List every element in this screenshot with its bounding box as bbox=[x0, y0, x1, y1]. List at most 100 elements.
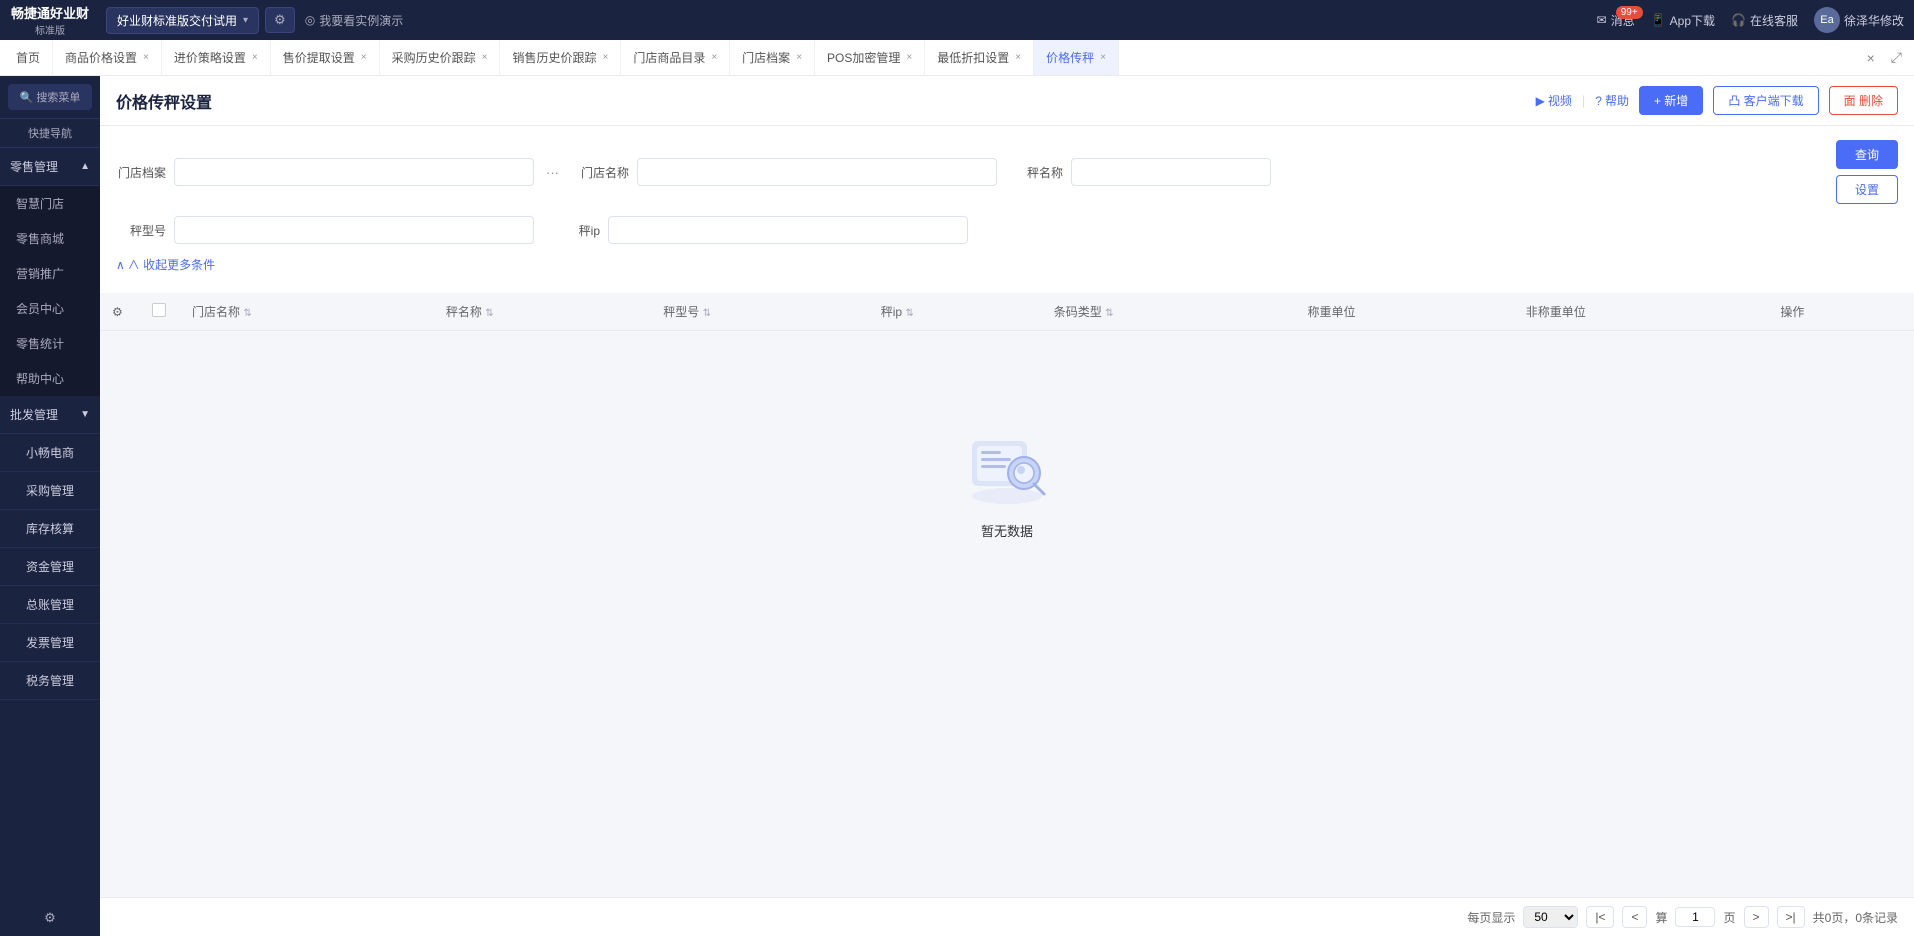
logo: 畅捷通好业财 标准版 bbox=[10, 3, 90, 37]
online-service-button[interactable]: 🎧 在线客服 bbox=[1731, 12, 1798, 29]
content-area: 价格传秤设置 ▶ 视频 | ? 帮助 + 新增 凸 客户端下载 面 bbox=[100, 76, 1914, 936]
page-header: 价格传秤设置 ▶ 视频 | ? 帮助 + 新增 凸 客户端下载 面 bbox=[100, 76, 1914, 126]
sidebar-settings-button[interactable]: ⚙ bbox=[0, 900, 100, 936]
download-button[interactable]: 凸 客户端下载 bbox=[1713, 86, 1818, 115]
sidebar-item-retail[interactable]: 零售管理 ▲ bbox=[0, 148, 100, 186]
settings-button[interactable]: ⚙ bbox=[265, 7, 295, 33]
next-page-button[interactable]: > bbox=[1744, 906, 1769, 928]
add-button[interactable]: + 新增 bbox=[1639, 86, 1703, 115]
tab-purchase-history[interactable]: 采购历史价跟踪 × bbox=[380, 40, 501, 76]
sidebar-item-tax[interactable]: 税务管理 bbox=[0, 662, 100, 700]
total-info: 共0页，0条记录 bbox=[1813, 909, 1898, 926]
th-barcode-type-label: 条码类型 bbox=[1054, 305, 1102, 319]
th-settings[interactable]: ⚙ bbox=[100, 293, 140, 331]
tab-price-scale-close[interactable]: × bbox=[1100, 52, 1106, 63]
tab-sale-price[interactable]: 售价提取设置 × bbox=[271, 40, 380, 76]
table-wrapper: ⚙ 门店名称 ⇅ 秤名称 ⇅ 秤型号 ⇅ bbox=[100, 293, 1914, 897]
app-download-button[interactable]: 📱 App下载 bbox=[1651, 12, 1715, 29]
tab-min-discount[interactable]: 最低折扣设置 × bbox=[925, 40, 1034, 76]
tab-sale-price-close[interactable]: × bbox=[361, 52, 367, 63]
scale-model-input[interactable] bbox=[174, 216, 534, 244]
quick-nav-button[interactable]: 快捷导航 bbox=[0, 119, 100, 148]
user-menu[interactable]: Ea 徐泽华修改 bbox=[1814, 7, 1904, 33]
settings-query-button[interactable]: 设置 bbox=[1836, 175, 1898, 204]
tab-pos-management-close[interactable]: × bbox=[906, 52, 912, 63]
sidebar-search: 🔍 搜索菜单 bbox=[0, 76, 100, 119]
th-scale-model[interactable]: 秤型号 ⇅ bbox=[651, 293, 868, 331]
page-input[interactable] bbox=[1675, 907, 1715, 927]
tab-purchase-strategy[interactable]: 进价策略设置 × bbox=[162, 40, 271, 76]
demo-label: 我要看实例演示 bbox=[319, 12, 403, 29]
tab-purchase-history-close[interactable]: × bbox=[482, 52, 488, 63]
tab-bar-controls: × ⤢ bbox=[1859, 45, 1910, 70]
version-selector[interactable]: 好业财标准版交付试用 ▾ bbox=[106, 7, 259, 34]
tab-pos-management[interactable]: POS加密管理 × bbox=[815, 40, 925, 76]
demo-button[interactable]: ◎ 我要看实例演示 bbox=[295, 8, 414, 33]
last-page-button[interactable]: >| bbox=[1777, 906, 1805, 928]
sidebar-item-general-ledger[interactable]: 总账管理 bbox=[0, 586, 100, 624]
tab-min-discount-close[interactable]: × bbox=[1015, 52, 1021, 63]
prev-page-button[interactable]: < bbox=[1622, 906, 1647, 928]
first-page-button[interactable]: |< bbox=[1586, 906, 1614, 928]
store-name-input[interactable] bbox=[637, 158, 997, 186]
query-button[interactable]: 查询 bbox=[1836, 140, 1898, 169]
tab-store-profile[interactable]: 门店档案 × bbox=[730, 40, 815, 76]
sidebar-item-invoice[interactable]: 发票管理 bbox=[0, 624, 100, 662]
sidebar-item-retail-mall[interactable]: 零售商城 bbox=[0, 221, 100, 256]
tab-price-settings[interactable]: 商品价格设置 × bbox=[53, 40, 162, 76]
maximize-tab-button[interactable]: ⤢ bbox=[1883, 45, 1910, 70]
scale-ip-input[interactable] bbox=[608, 216, 968, 244]
sidebar-item-purchase[interactable]: 采购管理 bbox=[0, 472, 100, 510]
search-menu-button[interactable]: 🔍 搜索菜单 bbox=[8, 84, 92, 110]
store-profile-dots[interactable]: ··· bbox=[542, 165, 563, 180]
message-button[interactable]: ✉ 消息 99+ bbox=[1597, 12, 1635, 29]
tab-sale-history-close[interactable]: × bbox=[602, 52, 608, 63]
close-tab-button[interactable]: × bbox=[1859, 46, 1883, 70]
help-link[interactable]: ? 帮助 bbox=[1595, 92, 1629, 109]
video-link[interactable]: ▶ 视频 bbox=[1536, 92, 1572, 109]
chevron-down-icon: ▾ bbox=[243, 15, 248, 26]
tab-purchase-strategy-close[interactable]: × bbox=[252, 52, 258, 63]
scale-ip-label: 秤ip bbox=[550, 222, 600, 239]
collapse-filter-button[interactable]: ∧ ∧ 收起更多条件 bbox=[116, 256, 1898, 273]
th-barcode-type[interactable]: 条码类型 ⇅ bbox=[1042, 293, 1296, 331]
delete-button[interactable]: 面 删除 bbox=[1829, 86, 1898, 115]
th-store-name[interactable]: 门店名称 ⇅ bbox=[180, 293, 434, 331]
tab-price-scale[interactable]: 价格传秤 × bbox=[1034, 40, 1119, 76]
th-scale-ip[interactable]: 秤ip ⇅ bbox=[869, 293, 1042, 331]
sidebar-item-wholesale[interactable]: 批发管理 ▼ bbox=[0, 396, 100, 434]
data-table: ⚙ 门店名称 ⇅ 秤名称 ⇅ 秤型号 ⇅ bbox=[100, 293, 1914, 331]
filter-store-profile: 门店档案 ··· bbox=[116, 158, 563, 186]
service-icon: 🎧 bbox=[1731, 13, 1746, 27]
tab-store-catalog-close[interactable]: × bbox=[711, 52, 717, 63]
download-icon: 📱 bbox=[1651, 13, 1666, 27]
sidebar-item-retail-stats[interactable]: 零售统计 bbox=[0, 326, 100, 361]
th-scale-name[interactable]: 秤名称 ⇅ bbox=[434, 293, 651, 331]
sidebar-item-finance[interactable]: 资金管理 bbox=[0, 548, 100, 586]
th-checkbox[interactable] bbox=[140, 293, 180, 331]
tab-store-profile-close[interactable]: × bbox=[796, 52, 802, 63]
sidebar-item-xiao-chang[interactable]: 小畅电商 bbox=[0, 434, 100, 472]
tab-price-settings-close[interactable]: × bbox=[143, 52, 149, 63]
store-profile-input[interactable] bbox=[174, 158, 534, 186]
sidebar-item-member[interactable]: 会员中心 bbox=[0, 291, 100, 326]
scale-name-input[interactable] bbox=[1071, 158, 1271, 186]
sidebar-item-help-center[interactable]: 帮助中心 bbox=[0, 361, 100, 396]
chevron-down-icon: ▼ bbox=[80, 409, 90, 420]
tab-home[interactable]: 首页 bbox=[4, 40, 53, 76]
sidebar-item-wholesale-label: 批发管理 bbox=[10, 406, 58, 423]
download-label: 凸 客户端下载 bbox=[1728, 92, 1803, 109]
video-icon: ▶ bbox=[1536, 94, 1545, 108]
sidebar-item-marketing[interactable]: 营销推广 bbox=[0, 256, 100, 291]
tab-sale-history[interactable]: 销售历史价跟踪 × bbox=[500, 40, 621, 76]
select-all-checkbox[interactable] bbox=[152, 303, 166, 317]
sidebar-item-inventory[interactable]: 库存核算 bbox=[0, 510, 100, 548]
settings-icon: ⚙ bbox=[44, 910, 56, 925]
page-title: 价格传秤设置 bbox=[116, 89, 212, 113]
per-page-select[interactable]: 50 20 100 bbox=[1523, 906, 1578, 928]
top-right-area: ✉ 消息 99+ 📱 App下载 🎧 在线客服 Ea 徐泽华修改 bbox=[1597, 7, 1904, 33]
tab-bar: 首页 商品价格设置 × 进价策略设置 × 售价提取设置 × 采购历史价跟踪 × … bbox=[0, 40, 1914, 76]
tab-store-catalog[interactable]: 门店商品目录 × bbox=[621, 40, 730, 76]
tab-price-scale-label: 价格传秤 bbox=[1046, 49, 1094, 66]
sidebar-item-smart-store[interactable]: 智慧门店 bbox=[0, 186, 100, 221]
